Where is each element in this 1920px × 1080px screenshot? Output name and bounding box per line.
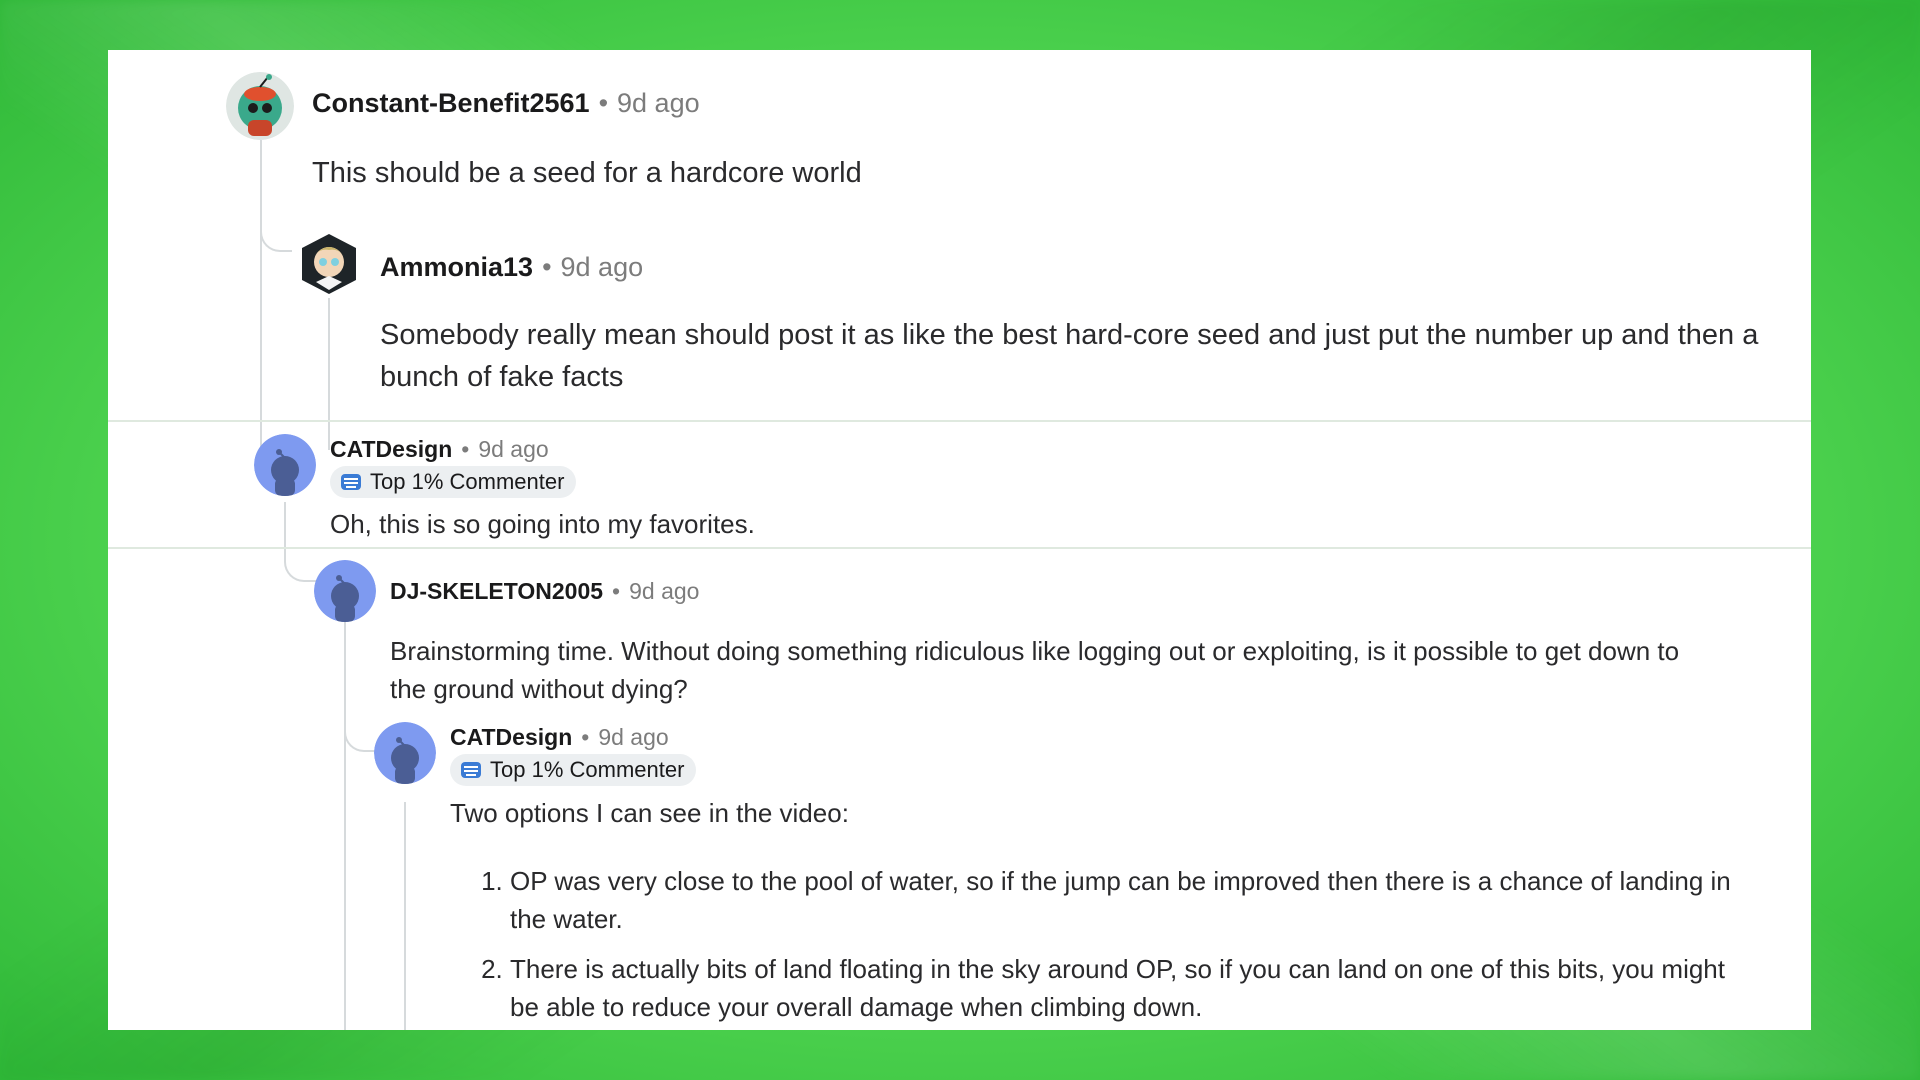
commenter-badge-icon: [341, 474, 361, 490]
timestamp[interactable]: 9d ago: [617, 88, 700, 119]
comment-header: CATDesign • 9d ago: [330, 436, 549, 463]
commenter-badge-icon: [461, 762, 481, 778]
avatar[interactable]: [314, 560, 376, 622]
comment-body: This should be a seed for a hardcore wor…: [312, 157, 862, 189]
timestamp[interactable]: 9d ago: [629, 578, 699, 605]
thread-branch-1: [260, 230, 292, 252]
timestamp[interactable]: 9d ago: [598, 724, 668, 751]
divider: [108, 547, 1811, 549]
comment-body: Oh, this is so going into my favorites.: [330, 509, 755, 539]
list-item: OP was very close to the pool of water, …: [510, 862, 1750, 938]
divider: [108, 420, 1811, 422]
thread-line-5: [404, 802, 406, 1030]
timestamp[interactable]: 9d ago: [478, 436, 548, 463]
comment-header: Constant-Benefit2561 • 9d ago: [312, 88, 700, 119]
comment-header: CATDesign • 9d ago: [450, 724, 669, 751]
avatar-snoo-icon: [302, 234, 356, 294]
comment-body: Two options I can see in the video: OP w…: [450, 794, 1750, 1030]
comment-body: Somebody really mean should post it as l…: [380, 319, 1759, 394]
username[interactable]: Constant-Benefit2561: [312, 88, 590, 119]
comment-header: Ammonia13 • 9d ago: [380, 252, 643, 283]
avatar-snoo-icon: [226, 72, 294, 140]
separator-dot: •: [461, 436, 470, 462]
default-snoo-icon: [374, 722, 436, 784]
username[interactable]: CATDesign: [450, 724, 572, 751]
thread-line-4: [344, 622, 346, 1030]
default-snoo-icon: [254, 434, 316, 496]
separator-dot: •: [612, 578, 621, 604]
options-list: OP was very close to the pool of water, …: [450, 862, 1750, 1026]
avatar[interactable]: [226, 72, 294, 140]
separator-dot: •: [598, 88, 609, 118]
separator-dot: •: [581, 724, 590, 750]
avatar[interactable]: [298, 230, 360, 298]
username[interactable]: Ammonia13: [380, 252, 533, 283]
user-flair-badge: Top 1% Commenter: [330, 466, 577, 498]
list-item: There is actually bits of land floating …: [510, 950, 1750, 1026]
comment-intro: Two options I can see in the video:: [450, 798, 849, 828]
avatar[interactable]: [374, 722, 436, 784]
thread-line-1: [260, 140, 262, 450]
username[interactable]: DJ-SKELETON2005: [390, 578, 603, 605]
comment-thread-panel: Constant-Benefit2561 • 9d ago This shoul…: [108, 50, 1811, 1030]
timestamp[interactable]: 9d ago: [561, 252, 644, 283]
thread-line-2: [328, 298, 330, 450]
user-flair-badge: Top 1% Commenter: [450, 754, 697, 786]
separator-dot: •: [542, 252, 552, 282]
avatar[interactable]: [254, 434, 316, 496]
badge-label: Top 1% Commenter: [490, 757, 685, 782]
badge-label: Top 1% Commenter: [370, 469, 565, 494]
default-snoo-icon: [314, 560, 376, 622]
comment-body: Brainstorming time. Without doing someth…: [390, 636, 1680, 704]
username[interactable]: CATDesign: [330, 436, 452, 463]
comment-header: DJ-SKELETON2005 • 9d ago: [390, 578, 699, 605]
